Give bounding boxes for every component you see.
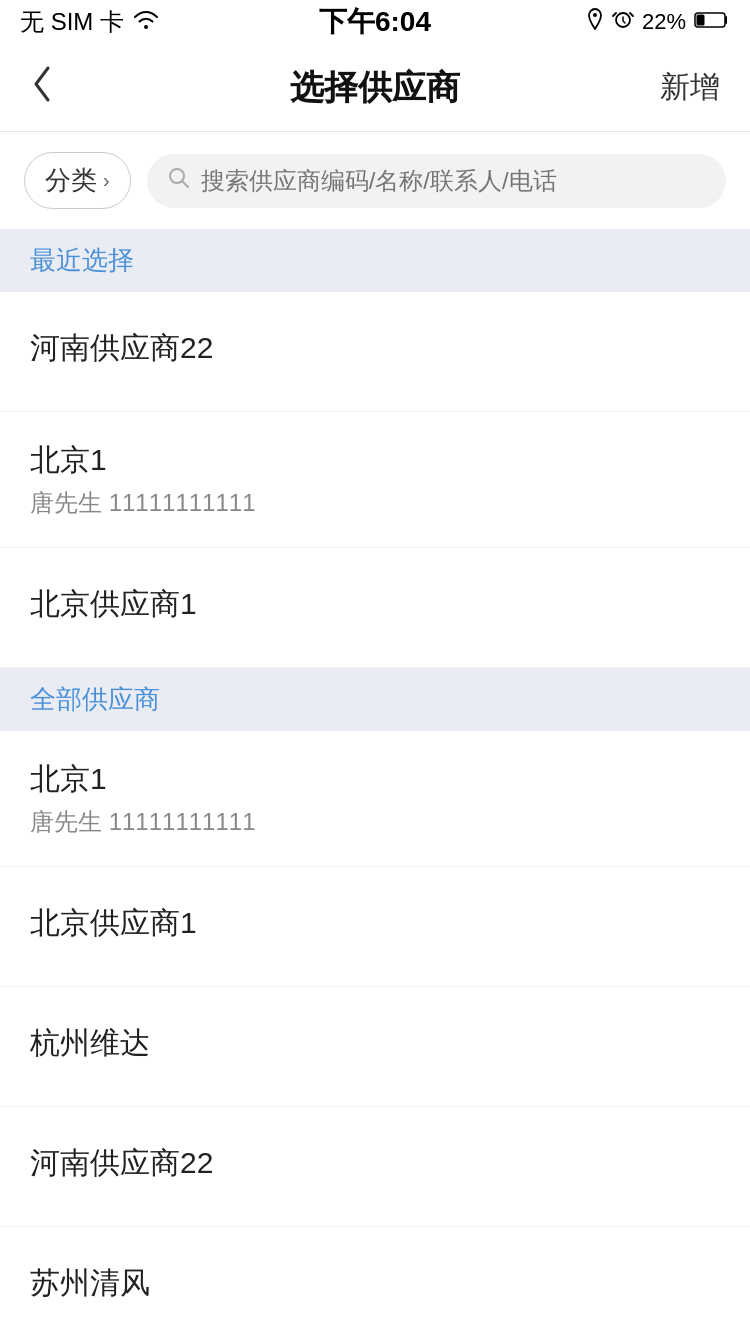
list-item[interactable]: 河南供应商22 (0, 292, 750, 412)
recent-section-header: 最近选择 (0, 229, 750, 292)
battery-status: 22% (642, 9, 686, 35)
status-right: 22% (586, 8, 730, 36)
status-bar: 无 SIM 卡 下午6:04 22% (0, 0, 750, 44)
list-item[interactable]: 杭州维达 (0, 987, 750, 1107)
page-title: 选择供应商 (290, 65, 460, 111)
status-left: 无 SIM 卡 (20, 6, 160, 38)
item-name: 北京供应商1 (30, 903, 720, 944)
list-item[interactable]: 北京供应商1 (0, 548, 750, 668)
alarm-icon (612, 8, 634, 36)
status-time: 下午6:04 (319, 3, 431, 41)
list-item[interactable]: 北京供应商1 (0, 867, 750, 987)
battery-icon (694, 9, 730, 35)
back-button[interactable] (30, 64, 90, 112)
category-label: 分类 (45, 163, 97, 198)
filter-bar: 分类 › (0, 132, 750, 229)
list-item[interactable]: 北京1 唐先生 11111111111 (0, 731, 750, 867)
location-icon (586, 8, 604, 36)
item-name: 河南供应商22 (30, 328, 720, 369)
svg-rect-3 (697, 15, 705, 26)
item-name: 苏州清风 (30, 1263, 720, 1304)
all-section-header: 全部供应商 (0, 668, 750, 731)
item-name: 北京1 (30, 440, 720, 481)
category-button[interactable]: 分类 › (24, 152, 131, 209)
list-item[interactable]: 苏州清风 (0, 1227, 750, 1334)
list-item[interactable]: 北京1 唐先生 11111111111 (0, 412, 750, 548)
item-name: 北京供应商1 (30, 584, 720, 625)
sim-status: 无 SIM 卡 (20, 6, 124, 38)
item-detail: 唐先生 11111111111 (30, 806, 720, 838)
search-bar (147, 154, 726, 208)
search-icon (167, 166, 191, 196)
nav-bar: 选择供应商 新增 (0, 44, 750, 132)
add-button[interactable]: 新增 (660, 67, 720, 108)
recent-list: 河南供应商22 北京1 唐先生 11111111111 北京供应商1 (0, 292, 750, 668)
item-detail: 唐先生 11111111111 (30, 487, 720, 519)
item-name: 北京1 (30, 759, 720, 800)
all-list: 北京1 唐先生 11111111111 北京供应商1 杭州维达 河南供应商22 … (0, 731, 750, 1334)
svg-point-0 (593, 13, 597, 17)
item-name: 杭州维达 (30, 1023, 720, 1064)
chevron-right-icon: › (103, 169, 110, 192)
item-name: 河南供应商22 (30, 1143, 720, 1184)
wifi-icon (132, 8, 160, 36)
list-item[interactable]: 河南供应商22 (0, 1107, 750, 1227)
search-input[interactable] (201, 167, 706, 195)
